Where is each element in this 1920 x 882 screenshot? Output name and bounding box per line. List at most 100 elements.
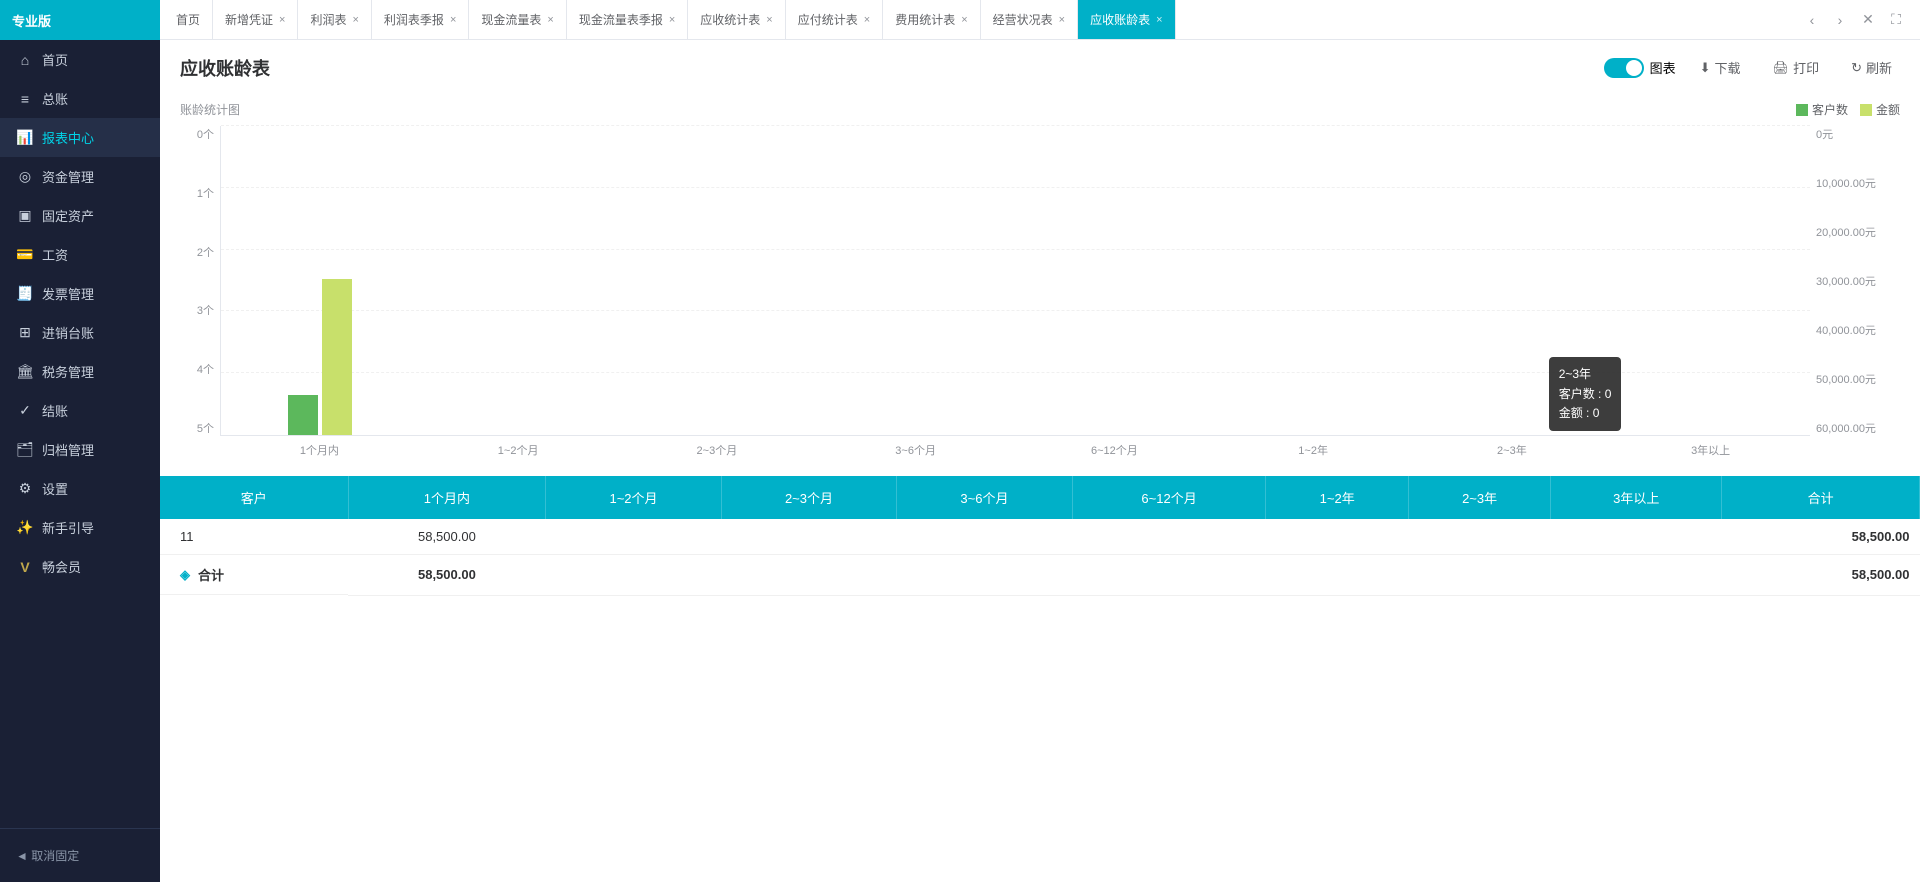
sidebar-item-home[interactable]: ⌂ 首页 (0, 40, 160, 79)
td-total-total: 58,500.00 (1722, 555, 1920, 596)
tooltip-customers: 客户数 : 0 (1559, 385, 1612, 404)
tab-aging[interactable]: 应收账龄表 × (1078, 0, 1175, 40)
legend-customers: 客户数 (1796, 101, 1848, 118)
x-label-612month: 6~12个月 (1015, 436, 1214, 466)
th-12year: 1~2年 (1266, 476, 1408, 519)
tab-expense-stats-close[interactable]: × (961, 14, 967, 26)
bar-1month-amount (322, 279, 352, 435)
td-total-36month (897, 555, 1072, 596)
logo: 专业版 (0, 0, 160, 40)
y-axis-left: 5个 4个 3个 2个 1个 0个 (180, 126, 220, 466)
y-right-10k: 10,000.00元 (1816, 175, 1876, 191)
tab-profit-quarterly-close[interactable]: × (450, 14, 456, 26)
toggle-pin-button[interactable]: ◄ 取消固定 (0, 839, 160, 872)
sidebar-label-assets: 固定资产 (42, 206, 94, 225)
td-11-3yearplus (1551, 519, 1722, 555)
tab-cashflow-quarterly[interactable]: 现金流量表季报 × (567, 0, 688, 40)
legend-customers-label: 客户数 (1812, 101, 1848, 118)
y-left-0: 0个 (197, 126, 214, 142)
sidebar-item-ledger[interactable]: ≡ 总账 (0, 79, 160, 118)
table-header-row: 客户 1个月内 1~2个月 2~3个月 3~6个月 6~12个月 1~2年 2~… (160, 476, 1920, 519)
print-button[interactable]: 🖨 打印 (1765, 54, 1828, 81)
tab-aging-close[interactable]: × (1156, 14, 1162, 26)
settings-icon: ⚙ (16, 480, 34, 497)
tab-voucher-close[interactable]: × (279, 14, 285, 26)
chart-section: 账龄统计图 客户数 金额 5个 4个 3个 2个 1个 (160, 91, 1920, 476)
data-table: 客户 1个月内 1~2个月 2~3个月 3~6个月 6~12个月 1~2年 2~… (160, 476, 1920, 596)
chart-legend: 客户数 金额 (1796, 101, 1900, 118)
print-icon: 🖨 (1773, 60, 1790, 76)
tab-payable-stats[interactable]: 应付统计表 × (786, 0, 883, 40)
tab-expense-stats[interactable]: 费用统计表 × (883, 0, 980, 40)
tab-cashflow-quarterly-close[interactable]: × (669, 14, 675, 26)
td-total-label: ◈ 合计 (160, 555, 348, 595)
tab-scroll-right[interactable]: › (1828, 8, 1852, 32)
sidebar-item-guide[interactable]: ✨ 新手引导 (0, 508, 160, 547)
chart-bars: 2~3年 客户数 : 0 金额 : 0 (221, 126, 1810, 435)
legend-amount: 金额 (1860, 101, 1900, 118)
td-customer-11: 11 (160, 519, 348, 555)
td-11-1month: 58,500.00 (348, 519, 546, 555)
sidebar-item-funds[interactable]: ◎ 资金管理 (0, 157, 160, 196)
td-11-612month (1072, 519, 1266, 555)
tab-fullscreen[interactable]: ⛶ (1884, 8, 1908, 32)
sidebar-item-archive[interactable]: 🗂 归档管理 (0, 430, 160, 469)
table-total-row: ◈ 合计 58,500.00 58,500.00 (160, 555, 1920, 596)
sidebar-item-invoice[interactable]: 🧾 发票管理 (0, 274, 160, 313)
checkout-icon: ✓ (16, 402, 34, 419)
td-11-12month (546, 519, 721, 555)
th-total: 合计 (1722, 476, 1920, 519)
invoice-icon: 🧾 (16, 285, 34, 302)
sidebar-item-salary[interactable]: 💳 工资 (0, 235, 160, 274)
td-11-12year (1266, 519, 1408, 555)
td-11-23year (1408, 519, 1550, 555)
sidebar-item-assets[interactable]: ▣ 固定资产 (0, 196, 160, 235)
tab-voucher[interactable]: 新增凭证 × (213, 0, 298, 40)
chart-toggle[interactable] (1604, 58, 1644, 78)
x-axis: 1个月内 1~2个月 2~3个月 3~6个月 6~12个月 1~2年 2~3年 … (220, 436, 1810, 466)
toggle-pin-label: ◄ 取消固定 (16, 847, 79, 864)
tab-profit-close[interactable]: × (352, 14, 358, 26)
tab-receivable-stats[interactable]: 应收统计表 × (688, 0, 785, 40)
salary-icon: 💳 (16, 246, 34, 263)
legend-customers-dot (1796, 104, 1808, 116)
table-row: 11 58,500.00 58,500.00 (160, 519, 1920, 555)
legend-amount-dot (1860, 104, 1872, 116)
sidebar-item-reports[interactable]: 📊 报表中心 (0, 118, 160, 157)
tab-receivable-stats-close[interactable]: × (766, 14, 772, 26)
tab-business-status[interactable]: 经营状况表 × (981, 0, 1078, 40)
tab-close-all[interactable]: ✕ (1856, 8, 1880, 32)
total-icon: ◈ (180, 567, 190, 583)
tab-profit-quarterly[interactable]: 利润表季报 × (372, 0, 469, 40)
y-right-30k: 30,000.00元 (1816, 273, 1876, 289)
td-total-3yearplus (1551, 555, 1722, 596)
sidebar-item-tax[interactable]: 🏛 税务管理 (0, 352, 160, 391)
tooltip-amount: 金额 : 0 (1559, 404, 1612, 423)
tab-voucher-label: 新增凭证 (225, 11, 273, 28)
chart-title: 账龄统计图 (180, 101, 1900, 118)
tab-payable-stats-close[interactable]: × (864, 14, 870, 26)
download-button[interactable]: ⬇ 下载 (1692, 54, 1749, 81)
y-left-3: 3个 (197, 302, 214, 318)
refresh-button[interactable]: ↻ 刷新 (1843, 54, 1900, 81)
tab-cashflow[interactable]: 现金流量表 × (469, 0, 566, 40)
sidebar-item-vip[interactable]: V 畅会员 (0, 547, 160, 586)
x-label-23month: 2~3个月 (618, 436, 817, 466)
tab-scroll-left[interactable]: ‹ (1800, 8, 1824, 32)
sidebar-label-home: 首页 (42, 50, 68, 69)
sidebar-label-stock: 进销台账 (42, 323, 94, 342)
home-icon: ⌂ (16, 52, 34, 68)
y-left-1: 1个 (197, 185, 214, 201)
total-label-text: 合计 (198, 565, 224, 584)
tab-business-status-close[interactable]: × (1059, 14, 1065, 26)
tooltip-period: 2~3年 (1559, 365, 1612, 384)
sidebar-item-stock[interactable]: ⊞ 进销台账 (0, 313, 160, 352)
sidebar-item-checkout[interactable]: ✓ 结账 (0, 391, 160, 430)
tab-home[interactable]: 首页 (164, 0, 213, 40)
sidebar-item-settings[interactable]: ⚙ 设置 (0, 469, 160, 508)
tab-cashflow-close[interactable]: × (547, 14, 553, 26)
y-right-60k: 60,000.00元 (1816, 420, 1876, 436)
th-1month: 1个月内 (348, 476, 546, 519)
tab-profit[interactable]: 利润表 × (298, 0, 371, 40)
stock-icon: ⊞ (16, 324, 34, 341)
